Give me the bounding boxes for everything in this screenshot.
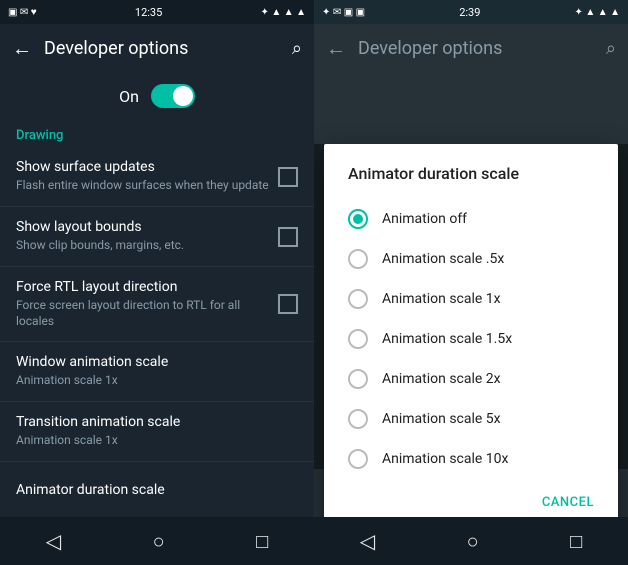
left-home-nav-icon[interactable]: ○ [153, 529, 165, 554]
show-layout-bounds-text: Show layout bounds Show clip bounds, mar… [16, 219, 278, 254]
force-rtl-item[interactable]: Force RTL layout direction Force screen … [0, 267, 314, 342]
left-nav-bar: ◁ ○ □ [0, 517, 314, 565]
dialog-cancel-button[interactable]: CANCEL [534, 487, 602, 517]
on-label: On [119, 87, 139, 106]
radio-circle-4 [348, 369, 368, 389]
transition-animation-scale-item[interactable]: Transition animation scale Animation sca… [0, 402, 314, 462]
force-rtl-title: Force RTL layout direction [16, 279, 278, 295]
transition-animation-scale-subtitle: Animation scale 1x [16, 433, 298, 449]
left-back-button[interactable]: ← [12, 36, 32, 61]
left-panel: ▣ ✉ ♥ 12:35 ✦ ▲ ▲ ▲ ← Developer options … [0, 0, 314, 565]
right-back-button[interactable]: ← [326, 36, 346, 61]
right-home-nav-icon[interactable]: ○ [467, 529, 479, 554]
right-recent-nav-icon[interactable]: □ [570, 529, 582, 554]
show-layout-bounds-item[interactable]: Show layout bounds Show clip bounds, mar… [0, 207, 314, 267]
radio-label-5: Animation scale 5x [382, 411, 501, 427]
animator-duration-scale-text: Animator duration scale [16, 482, 298, 501]
right-search-icon[interactable]: ⌕ [606, 38, 616, 59]
show-surface-updates-title: Show surface updates [16, 159, 278, 175]
right-back-nav-icon[interactable]: ◁ [360, 529, 375, 553]
right-notification-icons: ✦ ✉ ▣ ▣ [322, 7, 365, 18]
on-toggle-row: On [0, 72, 314, 120]
right-status-left-icons: ✦ ✉ ▣ ▣ [322, 7, 365, 18]
show-surface-updates-subtitle: Flash entire window surfaces when they u… [16, 178, 278, 194]
dialog-actions: CANCEL [324, 479, 618, 517]
window-animation-scale-text: Window animation scale Animation scale 1… [16, 354, 298, 389]
right-status-bar: ✦ ✉ ▣ ▣ 2:39 ✦ ▲ ▲ ▲ [314, 0, 628, 24]
radio-circle-6 [348, 449, 368, 469]
window-animation-scale-title: Window animation scale [16, 354, 298, 370]
left-notification-icons: ▣ ✉ ♥ [8, 7, 37, 18]
force-rtl-checkbox[interactable] [278, 294, 298, 314]
radio-option-4[interactable]: Animation scale 2x [324, 359, 618, 399]
right-page-title: Developer options [358, 38, 594, 59]
radio-option-6[interactable]: Animation scale 10x [324, 439, 618, 479]
right-nav-bar: ◁ ○ □ [314, 517, 628, 565]
left-recent-nav-icon[interactable]: □ [256, 529, 268, 554]
transition-animation-scale-text: Transition animation scale Animation sca… [16, 414, 298, 449]
radio-label-4: Animation scale 2x [382, 371, 501, 387]
left-status-bar: ▣ ✉ ♥ 12:35 ✦ ▲ ▲ ▲ [0, 0, 314, 24]
show-surface-updates-item[interactable]: Show surface updates Flash entire window… [0, 147, 314, 207]
animator-duration-scale-item[interactable]: Animator duration scale [0, 462, 314, 517]
radio-circle-2 [348, 289, 368, 309]
radio-option-2[interactable]: Animation scale 1x [324, 279, 618, 319]
radio-label-3: Animation scale 1.5x [382, 331, 512, 347]
right-panel: ✦ ✉ ▣ ▣ 2:39 ✦ ▲ ▲ ▲ ← Developer options… [314, 0, 628, 565]
show-layout-bounds-subtitle: Show clip bounds, margins, etc. [16, 238, 278, 254]
left-status-left-icons: ▣ ✉ ♥ [8, 7, 37, 18]
show-surface-updates-text: Show surface updates Flash entire window… [16, 159, 278, 194]
animator-duration-dialog: Animator duration scale Animation off An… [324, 144, 618, 517]
settings-list: Show surface updates Flash entire window… [0, 147, 314, 517]
show-surface-updates-checkbox[interactable] [278, 167, 298, 187]
left-status-right-icons: ✦ ▲ ▲ ▲ [260, 7, 306, 18]
radio-circle-3 [348, 329, 368, 349]
radio-circle-1 [348, 249, 368, 269]
right-system-icons: ✦ ▲ ▲ ▲ [574, 7, 620, 18]
radio-option-1[interactable]: Animation scale .5x [324, 239, 618, 279]
right-content-area: Animator duration scale Animation off An… [314, 72, 628, 517]
show-layout-bounds-title: Show layout bounds [16, 219, 278, 235]
show-layout-bounds-checkbox[interactable] [278, 227, 298, 247]
left-back-nav-icon[interactable]: ◁ [46, 529, 61, 553]
window-animation-scale-item[interactable]: Window animation scale Animation scale 1… [0, 342, 314, 402]
radio-option-5[interactable]: Animation scale 5x [324, 399, 618, 439]
window-animation-scale-subtitle: Animation scale 1x [16, 373, 298, 389]
radio-label-0: Animation off [382, 211, 467, 227]
right-time: 2:39 [459, 6, 480, 19]
drawing-section-header: Drawing [0, 120, 314, 147]
left-toolbar: ← Developer options ⌕ [0, 24, 314, 72]
left-system-icons: ✦ ▲ ▲ ▲ [260, 7, 306, 18]
radio-circle-5 [348, 409, 368, 429]
animator-duration-scale-title: Animator duration scale [16, 482, 298, 498]
force-rtl-text: Force RTL layout direction Force screen … [16, 279, 278, 329]
developer-options-toggle[interactable] [151, 84, 195, 108]
radio-label-6: Animation scale 10x [382, 451, 509, 467]
transition-animation-scale-title: Transition animation scale [16, 414, 298, 430]
radio-option-3[interactable]: Animation scale 1.5x [324, 319, 618, 359]
radio-option-0[interactable]: Animation off [324, 199, 618, 239]
left-search-icon[interactable]: ⌕ [292, 38, 302, 59]
force-rtl-subtitle: Force screen layout direction to RTL for… [16, 298, 278, 329]
left-page-title: Developer options [44, 38, 280, 59]
radio-circle-0 [348, 209, 368, 229]
radio-label-1: Animation scale .5x [382, 251, 504, 267]
radio-label-2: Animation scale 1x [382, 291, 501, 307]
right-toolbar: ← Developer options ⌕ [314, 24, 628, 72]
dialog-title: Animator duration scale [324, 164, 618, 199]
right-status-right-icons: ✦ ▲ ▲ ▲ [574, 7, 620, 18]
left-time: 12:35 [135, 6, 162, 19]
